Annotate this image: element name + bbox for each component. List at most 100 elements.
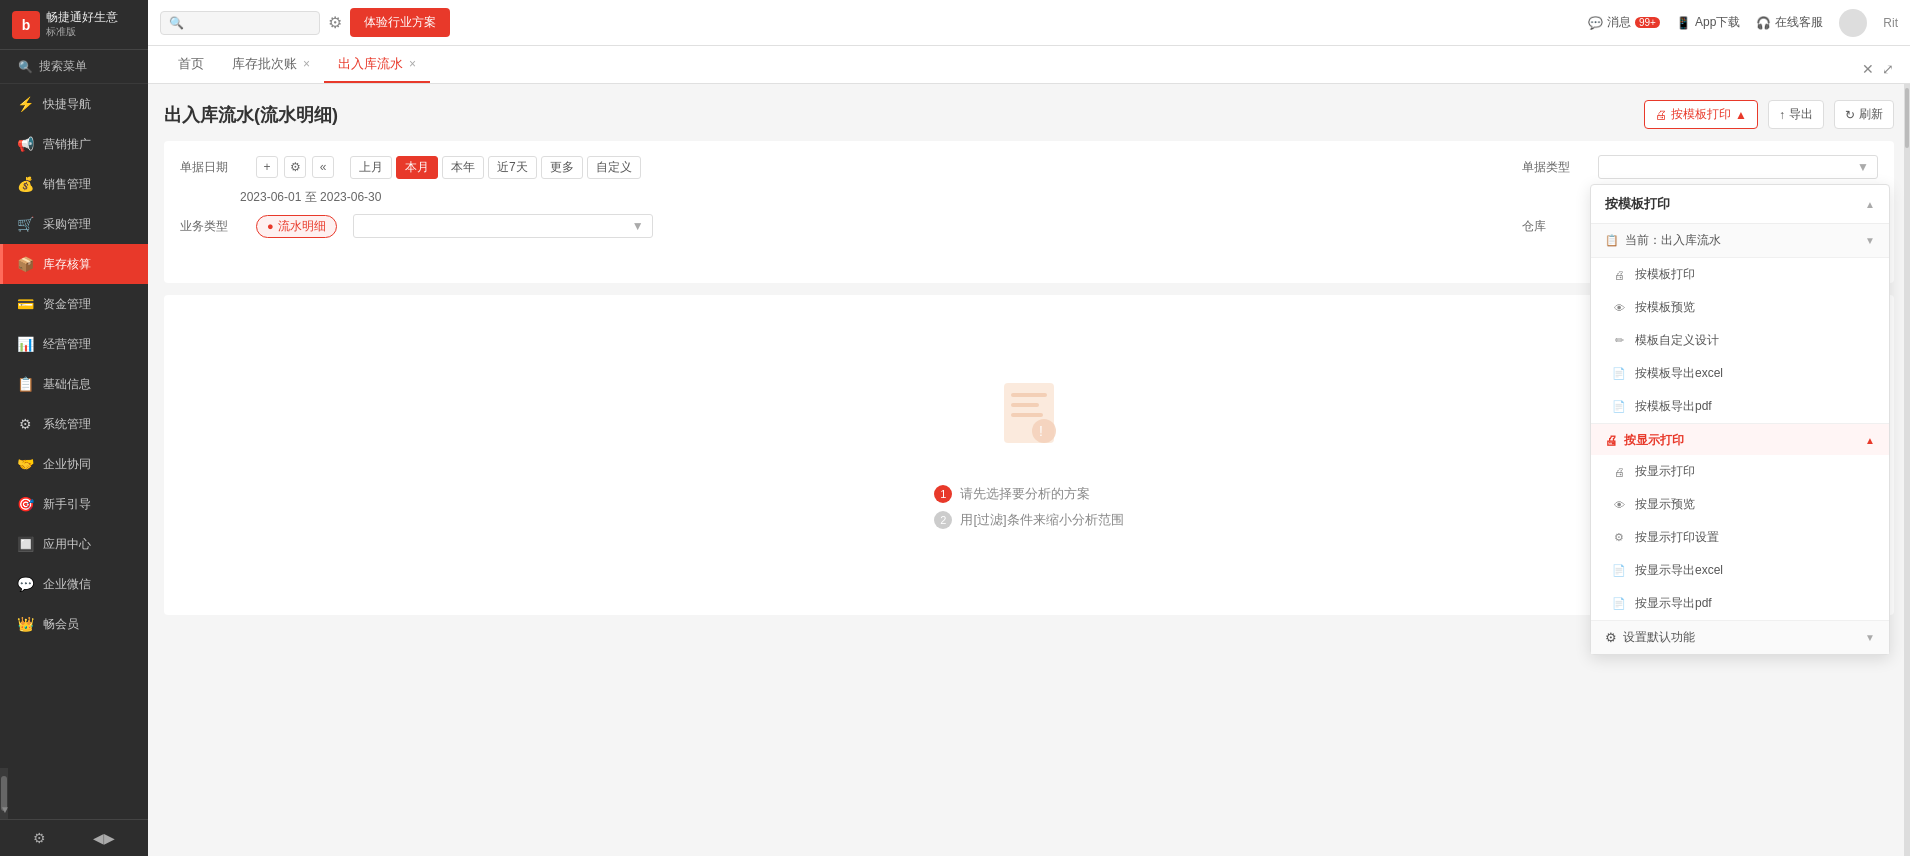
sidebar-item-quick-nav[interactable]: ⚡ 快捷导航 (0, 84, 148, 124)
message-icon: 💬 (1588, 16, 1603, 30)
settings-icon[interactable]: ⚙ (33, 830, 46, 846)
date-btn-this-month[interactable]: 本月 (396, 156, 438, 179)
online-service-label: 在线客服 (1775, 14, 1823, 31)
set-default-label: 设置默认功能 (1623, 629, 1695, 646)
display-print-settings-item[interactable]: ⚙ 按显示打印设置 (1591, 521, 1889, 554)
template-pdf-item[interactable]: 📄 按模板导出pdf (1591, 390, 1889, 423)
topbar-search-box[interactable]: 🔍 (160, 11, 320, 35)
mobile-icon: 📱 (1676, 16, 1691, 30)
page-wrapper: 出入库流水(流水明细) 🖨 按模板打印 ▲ ↑ 导出 ↻ 刷新 (148, 84, 1910, 856)
tab-home[interactable]: 首页 (164, 47, 218, 83)
right-scrollbar[interactable] (1904, 84, 1910, 856)
display-print-section-header[interactable]: 🖨 按显示打印 ▲ (1591, 424, 1889, 455)
filter-biz-select[interactable]: ▼ (353, 214, 653, 238)
add-filter-btn[interactable]: + (256, 156, 278, 178)
date-btn-custom[interactable]: 自定义 (587, 156, 641, 179)
template-excel-label: 按模板导出excel (1635, 365, 1723, 382)
sidebar-scrollbar[interactable]: ▼ (0, 768, 8, 819)
refresh-btn[interactable]: ↻ 刷新 (1834, 100, 1894, 129)
svg-rect-2 (1011, 403, 1039, 407)
window-close-icon[interactable]: ✕ (1862, 61, 1874, 77)
sidebar-item-guide[interactable]: 🎯 新手引导 (0, 484, 148, 524)
sidebar: b 畅捷通好生意 标准版 🔍 搜索菜单 ⚡ 快捷导航 📢 营销推广 💰 销售管理… (0, 0, 148, 856)
nav-label-sales: 销售管理 (43, 176, 91, 193)
tab-inventory-batch-close[interactable]: × (303, 57, 310, 71)
filter-type-select[interactable]: ▼ (1598, 155, 1878, 179)
sidebar-item-cooperation[interactable]: 🤝 企业协同 (0, 444, 148, 484)
nav-icon-system: ⚙ (15, 414, 35, 434)
current-template-icon: 📋 (1605, 234, 1619, 247)
sidebar-item-marketing[interactable]: 📢 营销推广 (0, 124, 148, 164)
sidebar-scroll-down[interactable]: ▼ (0, 800, 8, 819)
export-icon: ↑ (1779, 108, 1785, 122)
display-pdf-label: 按显示导出pdf (1635, 595, 1712, 612)
print-icon: 🖨 (1655, 108, 1667, 122)
date-btn-last-month[interactable]: 上月 (350, 156, 392, 179)
nav-label-membership: 畅会员 (43, 616, 79, 633)
template-preview-label: 按模板预览 (1635, 299, 1695, 316)
filter-tag-icon: ● (267, 220, 274, 232)
template-custom-item[interactable]: ✏ 模板自定义设计 (1591, 324, 1889, 357)
display-print-section-label: 按显示打印 (1624, 432, 1684, 449)
sidebar-item-sales[interactable]: 💰 销售管理 (0, 164, 148, 204)
dropdown-header: 按模板打印 ▲ (1591, 185, 1889, 224)
app-name: 畅捷通好生意 (46, 10, 118, 26)
template-print-item[interactable]: 🖨 按模板打印 (1591, 258, 1889, 291)
date-btn-more[interactable]: 更多 (541, 156, 583, 179)
nav-label-purchase: 采购管理 (43, 216, 91, 233)
svg-text:!: ! (1039, 423, 1043, 439)
online-service-btn[interactable]: 🎧 在线客服 (1756, 14, 1823, 31)
tab-stock-flow[interactable]: 出入库流水 × (324, 47, 430, 83)
message-btn[interactable]: 💬 消息 99+ (1588, 14, 1660, 31)
print-dropdown-panel: 按模板打印 ▲ 📋 当前：出入库流水 ▼ 🖨 按模板打印 👁 按 (1590, 184, 1890, 655)
industry-btn[interactable]: 体验行业方案 (350, 8, 450, 37)
sidebar-item-inventory[interactable]: 📦 库存核算 (0, 244, 148, 284)
page-title: 出入库流水(流水明细) (164, 103, 338, 127)
pdf-item-icon: 📄 (1611, 399, 1627, 415)
template-excel-item[interactable]: 📄 按模板导出excel (1591, 357, 1889, 390)
filter-icons: + ⚙ « (256, 156, 334, 178)
date-btn-7days[interactable]: 近7天 (488, 156, 537, 179)
settings-filter-btn[interactable]: ⚙ (284, 156, 306, 178)
set-default-row[interactable]: ⚙ 设置默认功能 ▼ (1591, 621, 1889, 654)
filter-tag[interactable]: ● 流水明细 (256, 215, 337, 238)
current-template-arrow: ▼ (1865, 235, 1875, 246)
sidebar-item-enterprise-wechat[interactable]: 💬 企业微信 (0, 564, 148, 604)
app-download-btn[interactable]: 📱 App下载 (1676, 14, 1740, 31)
date-btn-this-year[interactable]: 本年 (442, 156, 484, 179)
empty-step-1: 1 请先选择要分析的方案 (934, 485, 1123, 503)
collapse-filter-btn[interactable]: « (312, 156, 334, 178)
sidebar-item-app-center[interactable]: 🔲 应用中心 (0, 524, 148, 564)
sidebar-search[interactable]: 🔍 搜索菜单 (0, 50, 148, 84)
display-print-item[interactable]: 🖨 按显示打印 (1591, 455, 1889, 488)
export-btn[interactable]: ↑ 导出 (1768, 100, 1824, 129)
refresh-label: 刷新 (1859, 106, 1883, 123)
tab-home-label: 首页 (178, 55, 204, 73)
display-print-label: 按显示打印 (1635, 463, 1695, 480)
topbar-gear-icon[interactable]: ⚙ (328, 13, 342, 32)
sidebar-item-basics[interactable]: 📋 基础信息 (0, 364, 148, 404)
tab-stock-flow-close[interactable]: × (409, 57, 416, 71)
window-maximize-icon[interactable]: ⤢ (1882, 61, 1894, 77)
filter-warehouse-label: 仓库 (1522, 218, 1582, 235)
display-excel-item[interactable]: 📄 按显示导出excel (1591, 554, 1889, 587)
template-preview-item[interactable]: 👁 按模板预览 (1591, 291, 1889, 324)
tab-inventory-batch[interactable]: 库存批次账 × (218, 47, 324, 83)
sidebar-item-operations[interactable]: 📊 经营管理 (0, 324, 148, 364)
display-pdf-item[interactable]: 📄 按显示导出pdf (1591, 587, 1889, 620)
sidebar-search-label: 搜索菜单 (39, 58, 87, 75)
sidebar-item-purchase[interactable]: 🛒 采购管理 (0, 204, 148, 244)
print-template-btn[interactable]: 🖨 按模板打印 ▲ (1644, 100, 1758, 129)
dropdown-scroll-up[interactable]: ▲ (1865, 199, 1875, 210)
avatar[interactable] (1839, 9, 1867, 37)
nav-icon-guide: 🎯 (15, 494, 35, 514)
display-preview-item[interactable]: 👁 按显示预览 (1591, 488, 1889, 521)
sidebar-item-finance[interactable]: 💳 资金管理 (0, 284, 148, 324)
sidebar-item-system[interactable]: ⚙ 系统管理 (0, 404, 148, 444)
collapse-icon[interactable]: ◀▶ (93, 830, 115, 846)
nav-icon-quick-nav: ⚡ (15, 94, 35, 114)
username-text: Rit (1883, 16, 1898, 30)
topbar-search-icon: 🔍 (169, 16, 184, 30)
sidebar-item-membership[interactable]: 👑 畅会员 (0, 604, 148, 644)
topbar-left: 🔍 ⚙ 体验行业方案 (160, 8, 1588, 37)
